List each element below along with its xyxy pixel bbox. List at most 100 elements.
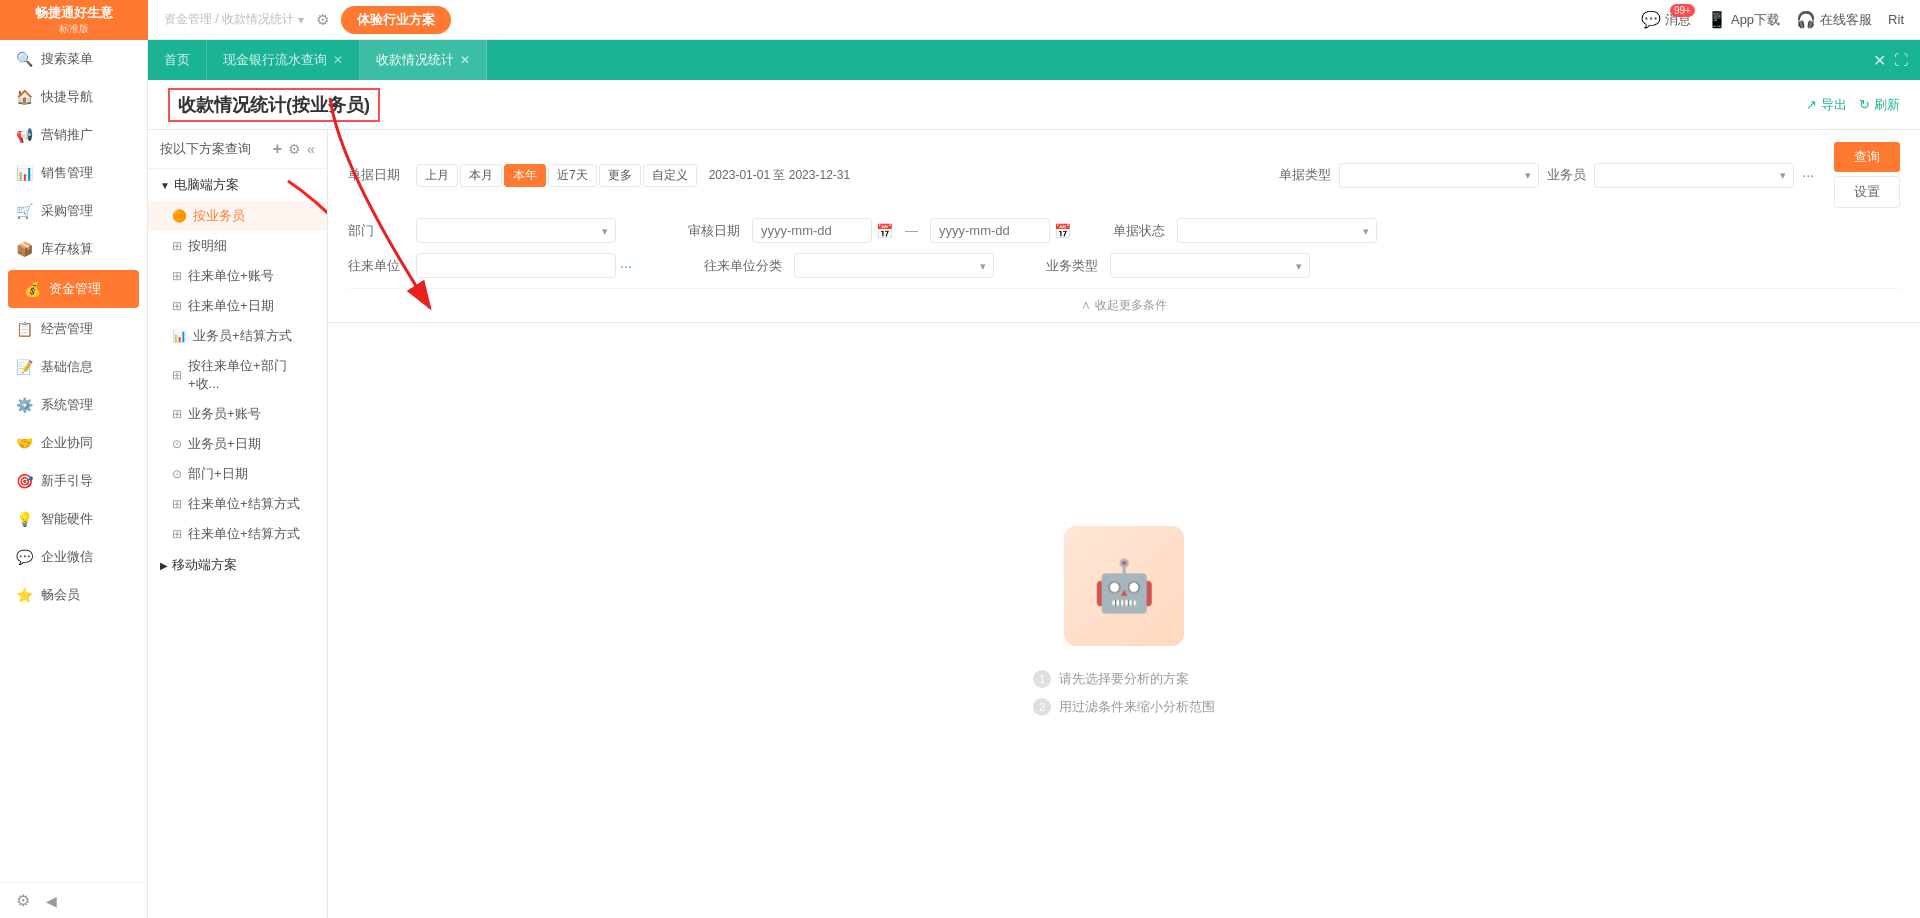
salesperson-date-icon: ⊙: [172, 437, 182, 451]
scheme-item-salesperson-settle[interactable]: 📊 业务员+结算方式: [148, 321, 327, 351]
scheme-label: 业务员+账号: [188, 405, 261, 423]
sidebar-item-basic-info[interactable]: 📝 基础信息: [0, 348, 147, 386]
sidebar-settings-icon[interactable]: ⚙: [16, 891, 30, 910]
messages-badge: 99+: [1670, 4, 1695, 17]
sidebar-item-member[interactable]: ⭐ 畅会员: [0, 576, 147, 614]
user-name[interactable]: Rit: [1888, 12, 1904, 27]
tab-expand-icon[interactable]: ⛶: [1894, 52, 1908, 68]
scheme-settings-icon[interactable]: ⚙: [288, 141, 301, 157]
step-num-1: 1: [1033, 670, 1051, 688]
online-support-button[interactable]: 🎧 在线客服: [1796, 10, 1872, 29]
unit-date-icon: ⊞: [172, 299, 182, 313]
scheme-group-desktop-header[interactable]: ▼ 电脑端方案: [148, 169, 327, 201]
tab-collection-stats[interactable]: 收款情况统计 ✕: [360, 40, 487, 80]
sidebar-label: 畅会员: [41, 586, 80, 604]
date-btn-this-year[interactable]: 本年: [504, 164, 546, 187]
date-btn-custom[interactable]: 自定义: [643, 164, 697, 187]
doc-type-select[interactable]: [1339, 163, 1539, 188]
tab-close-icon[interactable]: ✕: [333, 53, 343, 67]
counterpart-input-wrapper: ···: [416, 253, 632, 278]
doc-status-select[interactable]: [1177, 218, 1377, 243]
counterpart-input[interactable]: [416, 253, 616, 278]
tab-bank-flow[interactable]: 现金银行流水查询 ✕: [207, 40, 360, 80]
sidebar-item-finance[interactable]: 💰 资金管理: [8, 270, 139, 308]
export-button[interactable]: ↗ 导出: [1806, 96, 1847, 114]
sidebar-item-operations[interactable]: 📋 经营管理: [0, 310, 147, 348]
tab-close-icon2[interactable]: ✕: [460, 53, 470, 67]
sidebar-item-inventory[interactable]: 📦 库存核算: [0, 230, 147, 268]
tab-close-window-icon[interactable]: ✕: [1873, 51, 1886, 70]
sidebar-label: 经营管理: [41, 320, 93, 338]
group-label: 电脑端方案: [174, 176, 239, 194]
main-content-area: 按以下方案查询 + ⚙ « ▼ 电脑端方案 🟠 按业务员: [148, 130, 1920, 918]
biz-type-select[interactable]: [1110, 253, 1310, 278]
scheme-item-salesperson-date[interactable]: ⊙ 业务员+日期: [148, 429, 327, 459]
operations-icon: 📋: [16, 321, 33, 337]
add-scheme-icon[interactable]: +: [273, 140, 282, 158]
scheme-group-mobile-header[interactable]: ▶ 移动端方案: [148, 549, 327, 581]
sidebar-collapse-icon[interactable]: ◀: [46, 893, 57, 909]
date-btn-7days[interactable]: 近7天: [548, 164, 597, 187]
member-icon: ⭐: [16, 587, 33, 603]
scheme-label: 往来单位+结算方式: [188, 525, 300, 543]
empty-state-area: 🤖 1 请先选择要分析的方案 2 用过滤条件来缩小分析范围: [328, 323, 1920, 918]
sidebar-item-quick-nav[interactable]: 🏠 快捷导航: [0, 78, 147, 116]
gear-icon-top[interactable]: ⚙: [316, 11, 329, 29]
logo-text: 畅捷通好生意: [35, 4, 113, 22]
sidebar-bottom-bar: ⚙ ◀: [0, 882, 147, 918]
review-date-from-input[interactable]: [752, 218, 872, 243]
unit-settle-icon: ⊞: [172, 497, 182, 511]
scheme-item-unit-account[interactable]: ⊞ 往来单位+账号: [148, 261, 327, 291]
messages-button[interactable]: 💬 消息 99+: [1641, 10, 1691, 29]
scheme-item-unit-dept[interactable]: ⊞ 按往来单位+部门+收...: [148, 351, 327, 399]
sidebar-item-wechat[interactable]: 💬 企业微信: [0, 538, 147, 576]
calendar-to-icon[interactable]: 📅: [1054, 223, 1071, 239]
scheme-collapse-icon[interactable]: «: [307, 141, 315, 157]
salesperson-select-wrapper: ▾: [1594, 163, 1794, 188]
sidebar-item-sales[interactable]: 📊 销售管理: [0, 154, 147, 192]
scheme-item-unit-settle2[interactable]: ⊞ 往来单位+结算方式: [148, 519, 327, 549]
step-num-2: 2: [1033, 698, 1051, 716]
counterpart-more-icon[interactable]: ···: [620, 258, 632, 274]
salesperson-select[interactable]: [1594, 163, 1794, 188]
scheme-item-unit-settle[interactable]: ⊞ 往来单位+结算方式: [148, 489, 327, 519]
scheme-item-salesperson-account[interactable]: ⊞ 业务员+账号: [148, 399, 327, 429]
content-area: 首页 现金银行流水查询 ✕ 收款情况统计 ✕ ✕ ⛶ 收款情况统计(按业务员) …: [148, 40, 1920, 918]
tab-home[interactable]: 首页: [148, 40, 207, 80]
query-button[interactable]: 查询: [1834, 142, 1900, 172]
date-btn-more[interactable]: 更多: [599, 164, 641, 187]
home-tab-label: 首页: [164, 51, 190, 69]
sidebar-item-purchase[interactable]: 🛒 采购管理: [0, 192, 147, 230]
scheme-item-by-detail[interactable]: ⊞ 按明细: [148, 231, 327, 261]
query-panel: 按以下方案查询 + ⚙ « ▼ 电脑端方案 🟠 按业务员: [148, 130, 328, 918]
sidebar-item-enterprise[interactable]: 🤝 企业协同: [0, 424, 147, 462]
scheme-item-dept-date[interactable]: ⊙ 部门+日期: [148, 459, 327, 489]
salesperson-scheme-icon: 🟠: [172, 209, 187, 223]
right-content: 单据日期 上月 本月 本年 近7天 更多 自定义 2023-01-01 至: [328, 130, 1920, 918]
sidebar-item-system[interactable]: ⚙️ 系统管理: [0, 386, 147, 424]
collapse-bar[interactable]: ∧ 收起更多条件: [348, 288, 1900, 322]
refresh-button[interactable]: ↻ 刷新: [1859, 96, 1900, 114]
date-btn-this-month[interactable]: 本月: [460, 164, 502, 187]
salesperson-more-icon[interactable]: ···: [1802, 167, 1814, 183]
refresh-label: 刷新: [1874, 96, 1900, 114]
calendar-from-icon[interactable]: 📅: [876, 223, 893, 239]
scheme-label: 按明细: [188, 237, 227, 255]
scheme-item-by-salesperson[interactable]: 🟠 按业务员: [148, 201, 327, 231]
review-date-to-input[interactable]: [930, 218, 1050, 243]
counterpart-cat-select[interactable]: [794, 253, 994, 278]
salesperson-account-icon: ⊞: [172, 407, 182, 421]
sidebar-item-marketing[interactable]: 📢 营销推广: [0, 116, 147, 154]
sidebar-item-guide[interactable]: 🎯 新手引导: [0, 462, 147, 500]
app-download-button[interactable]: 📱 App下载: [1707, 10, 1780, 29]
sidebar-item-smart-hw[interactable]: 💡 智能硬件: [0, 500, 147, 538]
dept-select[interactable]: [416, 218, 616, 243]
date-btn-last-month[interactable]: 上月: [416, 164, 458, 187]
sidebar-item-search-menu[interactable]: 🔍 搜索菜单: [0, 40, 147, 78]
date-filter-label: 单据日期: [348, 166, 404, 184]
sidebar-label: 智能硬件: [41, 510, 93, 528]
settings-button[interactable]: 设置: [1834, 176, 1900, 208]
sidebar-label: 采购管理: [41, 202, 93, 220]
scheme-item-unit-date[interactable]: ⊞ 往来单位+日期: [148, 291, 327, 321]
trial-button[interactable]: 体验行业方案: [341, 6, 451, 34]
